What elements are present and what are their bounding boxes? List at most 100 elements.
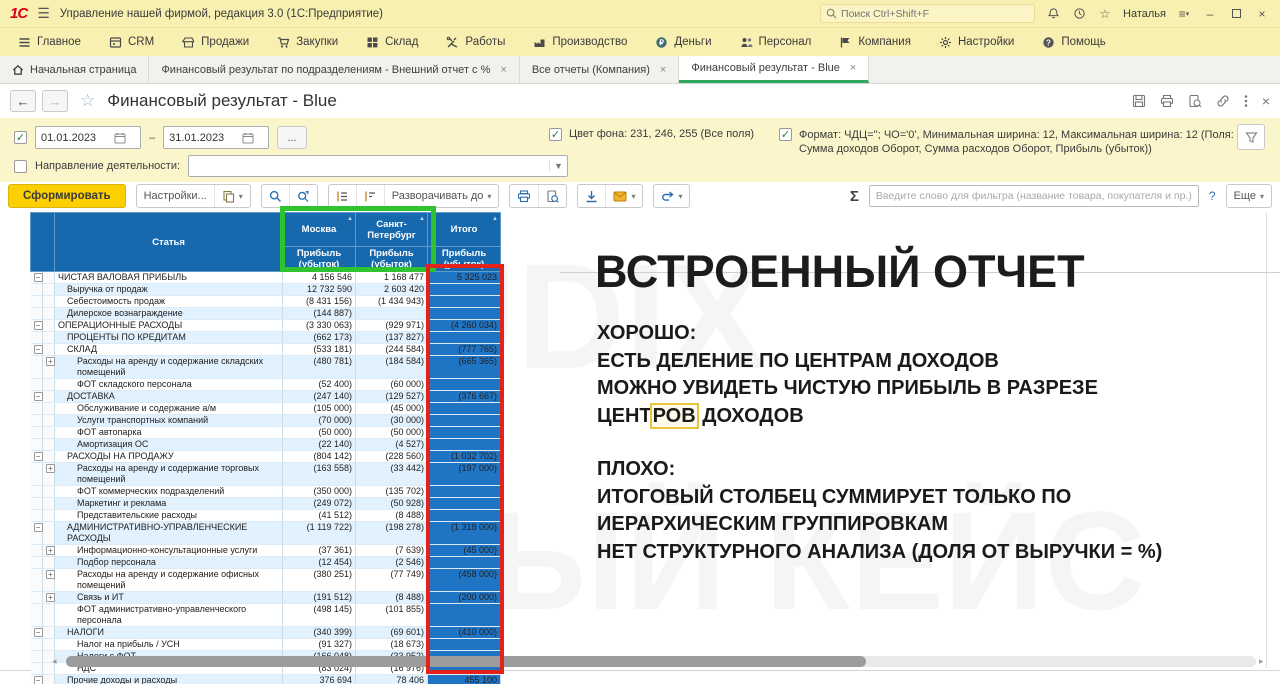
preview-icon[interactable] <box>1188 94 1202 108</box>
tab-financial-result-blue[interactable]: Финансовый результат - Blue × <box>679 56 870 83</box>
print-button[interactable] <box>510 185 538 207</box>
expand-marker[interactable]: + <box>46 593 55 602</box>
expand-marker[interactable]: + <box>46 464 55 473</box>
calendar-icon[interactable] <box>114 132 126 144</box>
quick-filter-input[interactable] <box>868 185 1199 207</box>
more-options-icon[interactable] <box>1244 94 1248 108</box>
home-icon <box>12 64 24 75</box>
tab-external-report[interactable]: Финансовый результат по подразделениям -… <box>149 56 520 83</box>
collapse-marker[interactable]: − <box>33 345 43 354</box>
tree-cell <box>30 497 43 510</box>
menu-item-crm[interactable]: CRM <box>99 28 172 56</box>
collapse-marker[interactable]: − <box>33 321 43 330</box>
tab-all-reports[interactable]: Все отчеты (Компания) × <box>519 56 680 83</box>
report-variants-button[interactable]: ▾ <box>213 185 250 207</box>
global-search-input[interactable] <box>841 7 1022 20</box>
scroll-left-arrow[interactable]: ◂ <box>52 656 57 667</box>
sum-icon[interactable]: Σ <box>850 188 859 205</box>
close-window-button[interactable]: × <box>1254 7 1270 21</box>
format-checkbox[interactable]: ✓ <box>779 128 792 141</box>
collapse-marker[interactable]: − <box>33 392 43 401</box>
horizontal-scrollbar[interactable] <box>66 656 1256 667</box>
scroll-right-arrow[interactable]: ▸ <box>1259 656 1264 667</box>
subcolumn-header-profit[interactable]: Прибыль (убыток) <box>282 246 356 272</box>
collapse-marker[interactable]: − <box>33 273 43 282</box>
direction-checkbox[interactable] <box>14 159 27 173</box>
menu-item-staff[interactable]: Персонал <box>730 28 830 56</box>
save-file-button[interactable] <box>578 185 605 207</box>
find-button[interactable] <box>262 185 289 207</box>
close-tab-icon[interactable]: × <box>850 62 856 74</box>
menu-item-help[interactable]: ? Помощь <box>1032 28 1123 56</box>
row-label: Амортизация ОС <box>54 438 283 451</box>
print-icon[interactable] <box>1160 94 1174 108</box>
save-icon[interactable] <box>1132 94 1146 108</box>
money-icon: ₽ <box>656 36 668 48</box>
preview-icon <box>547 189 560 203</box>
expand-to-button[interactable]: Разворачивать до ▾ <box>383 185 499 207</box>
collapse-marker[interactable]: − <box>33 452 43 461</box>
collapse-marker[interactable]: − <box>33 676 43 684</box>
menu-item-company[interactable]: Компания <box>829 28 929 56</box>
scrollbar-thumb[interactable] <box>66 656 866 667</box>
chevron-down-icon[interactable]: ▼ <box>549 161 567 171</box>
expand-groups-button[interactable] <box>355 185 384 207</box>
close-tab-icon[interactable]: × <box>660 64 666 76</box>
column-header-total[interactable]: Итого ▲ <box>427 212 501 247</box>
close-tab-icon[interactable]: × <box>500 64 506 76</box>
period-more-button[interactable]: ... <box>277 126 308 149</box>
expand-marker[interactable]: + <box>46 570 55 579</box>
period-to-field[interactable] <box>163 126 270 149</box>
collapse-marker[interactable]: − <box>33 523 43 532</box>
global-search[interactable] <box>820 4 1036 23</box>
subcolumn-header-profit[interactable]: Прибыль (убыток) <box>427 246 501 272</box>
direction-select[interactable]: ▼ <box>188 155 569 177</box>
menu-item-main[interactable]: Главное <box>8 28 99 56</box>
settings-button[interactable]: Настройки... <box>137 185 214 207</box>
menu-item-warehouse[interactable]: Склад <box>356 28 436 56</box>
menu-item-settings[interactable]: Настройки <box>929 28 1032 56</box>
expand-marker[interactable]: + <box>46 546 55 555</box>
user-menu-icon[interactable]: ≡ ▾ <box>1176 6 1192 22</box>
collapse-groups-button[interactable] <box>329 185 356 207</box>
more-actions-button[interactable]: Еще ▾ <box>1227 185 1271 207</box>
subcolumn-header-profit[interactable]: Прибыль (убыток) <box>355 246 428 272</box>
period-from-input[interactable] <box>36 131 114 144</box>
menu-item-production[interactable]: Производство <box>523 28 645 56</box>
favorites-star-icon[interactable]: ☆ <box>1097 6 1113 22</box>
expand-marker[interactable]: + <box>46 357 55 366</box>
generate-button[interactable]: Сформировать <box>8 184 126 208</box>
period-checkbox[interactable]: ✓ <box>14 131 27 144</box>
menu-item-works[interactable]: Работы <box>436 28 523 56</box>
column-header-article[interactable]: Статья <box>54 212 283 272</box>
print-preview-button[interactable] <box>538 185 566 207</box>
current-user[interactable]: Наталья <box>1123 8 1166 20</box>
collapse-marker[interactable]: − <box>33 628 43 637</box>
link-icon[interactable] <box>1216 94 1230 108</box>
history-icon[interactable] <box>1071 6 1087 22</box>
minimize-button[interactable]: – <box>1202 7 1218 21</box>
menu-item-sales[interactable]: Продажи <box>172 28 267 56</box>
period-to-input[interactable] <box>164 131 243 144</box>
forward-button[interactable]: → <box>42 90 68 112</box>
back-button[interactable]: ← <box>10 90 36 112</box>
favorite-star-icon[interactable]: ☆ <box>80 91 95 111</box>
find-next-button[interactable] <box>288 185 317 207</box>
calendar-icon[interactable] <box>242 132 254 144</box>
column-header-spb[interactable]: Санкт-Петербург ▲ <box>355 212 428 247</box>
filter-settings-button[interactable] <box>1237 124 1265 150</box>
table-row: Себестоимость продаж (8 431 156) (1 434 94… <box>30 295 501 308</box>
restore-button[interactable] <box>1228 7 1244 21</box>
close-report-icon[interactable]: × <box>1262 93 1270 109</box>
notifications-bell-icon[interactable] <box>1045 6 1061 22</box>
decode-button[interactable]: ▾ <box>654 185 689 207</box>
menu-item-money[interactable]: ₽ Деньги <box>645 28 729 56</box>
main-menu-icon[interactable]: ☰ <box>37 5 50 22</box>
menu-item-purchases[interactable]: Закупки <box>267 28 356 56</box>
help-link[interactable]: ? <box>1209 189 1216 203</box>
column-header-moscow[interactable]: Москва ▲ <box>282 212 356 247</box>
bg-color-checkbox[interactable]: ✓ <box>549 128 562 141</box>
tab-home[interactable]: Начальная страница <box>0 56 150 83</box>
send-email-button[interactable]: ▾ <box>605 185 642 207</box>
period-from-field[interactable] <box>35 126 141 149</box>
